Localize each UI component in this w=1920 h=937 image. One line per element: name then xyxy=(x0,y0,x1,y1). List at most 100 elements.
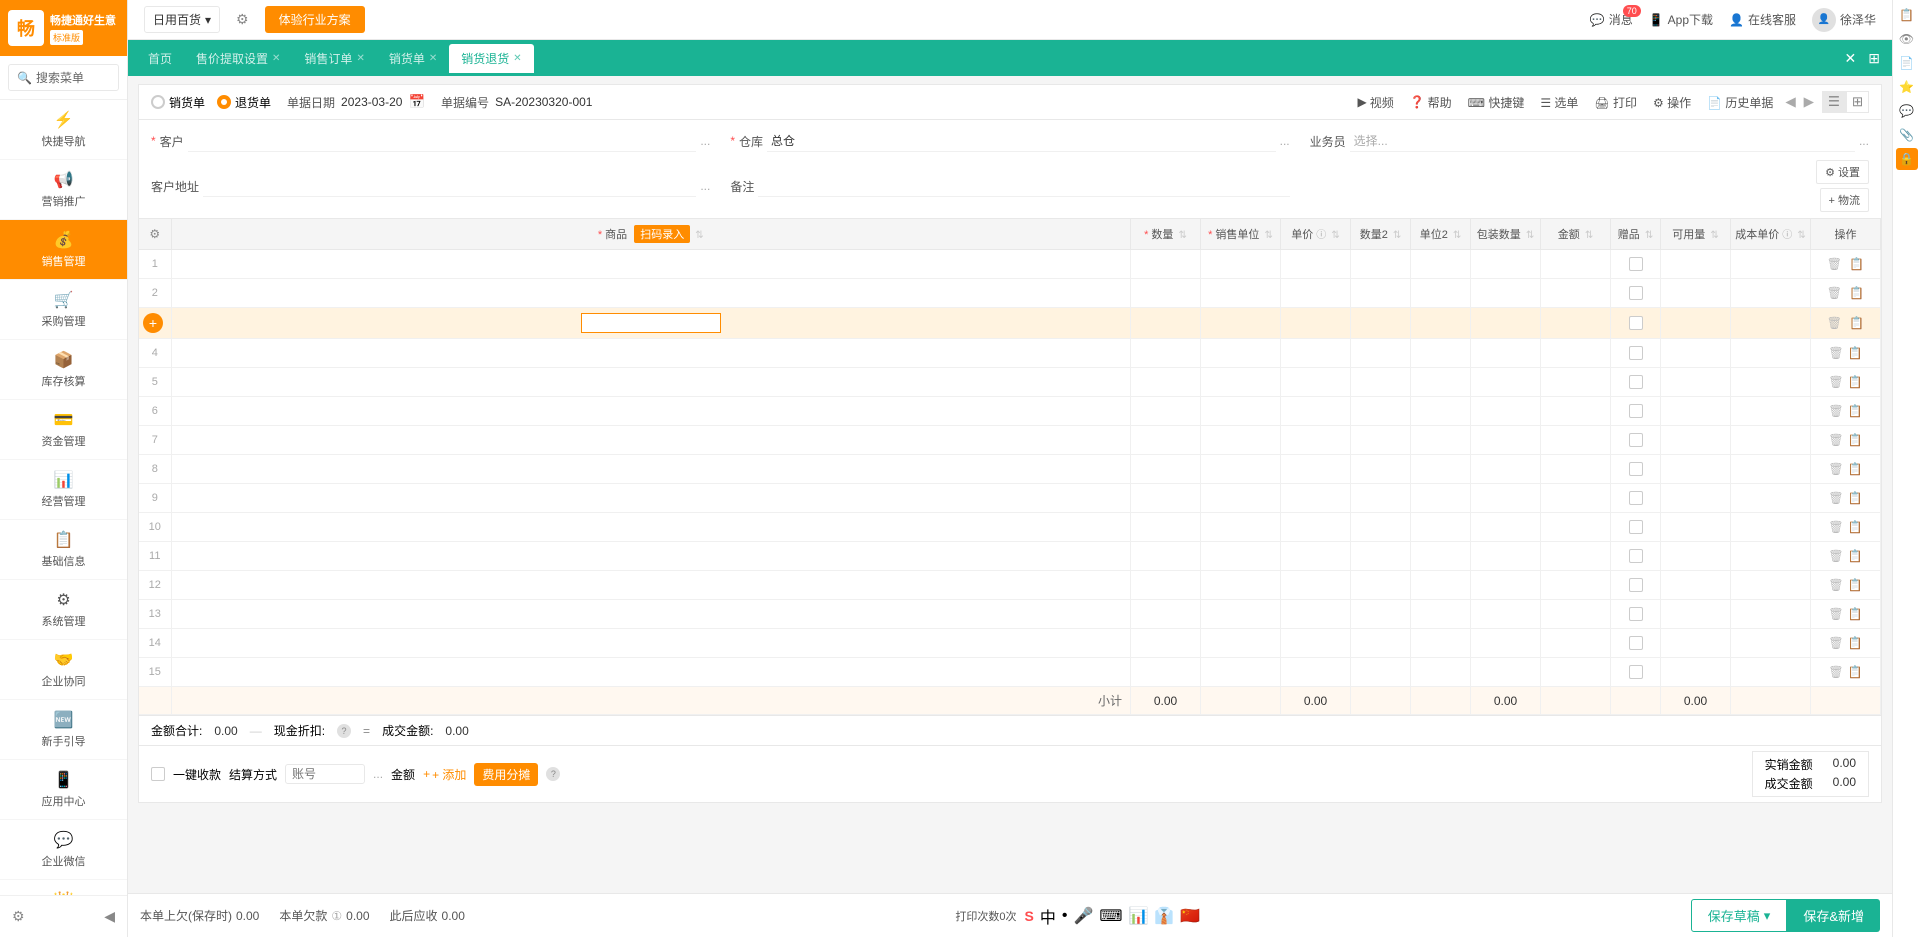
daily-select[interactable]: 日用百货 ▾ xyxy=(144,6,220,33)
sort-icon-qty2[interactable]: ⇅ xyxy=(1393,230,1401,241)
gift-checkbox-15[interactable] xyxy=(1629,665,1643,679)
gift-checkbox-1[interactable] xyxy=(1629,257,1643,271)
copy-row-5-button[interactable]: 📋 xyxy=(1846,373,1865,391)
sort-icon-cost[interactable]: ⇅ xyxy=(1797,230,1805,241)
operate-button[interactable]: ⚙ 操作 xyxy=(1649,92,1695,113)
tool4-icon[interactable]: ⌨ xyxy=(1099,906,1122,926)
sidebar-item-system[interactable]: ⚙ 系统管理 xyxy=(0,580,127,640)
tab-sales-return[interactable]: 销货退货 ✕ xyxy=(449,44,533,73)
sort-icon-product[interactable]: ⇅ xyxy=(695,230,703,241)
sidebar-item-basic-info[interactable]: 📋 基础信息 xyxy=(0,520,127,580)
sidebar-search[interactable]: 🔍 搜索菜单 xyxy=(0,56,127,100)
gift-checkbox-10[interactable] xyxy=(1629,520,1643,534)
help-icon-cash[interactable]: ? xyxy=(337,724,351,738)
s-icon[interactable]: S xyxy=(1025,908,1034,924)
delete-row-1-button[interactable]: 🗑 xyxy=(1825,255,1844,273)
sidebar-item-finance[interactable]: 💳 资金管理 xyxy=(0,400,127,460)
tab-sales-delivery[interactable]: 销货单 ✕ xyxy=(377,44,449,73)
delete-row-13-button[interactable]: 🗑 xyxy=(1826,605,1845,623)
delete-row-8-button[interactable]: 🗑 xyxy=(1826,460,1845,478)
tab-close-sales-delivery[interactable]: ✕ xyxy=(429,53,437,64)
prev-record-button[interactable]: ◀ xyxy=(1785,94,1795,110)
tab-expand-button[interactable]: ⊞ xyxy=(1864,48,1884,69)
tool3-icon[interactable]: 🎤 xyxy=(1073,906,1093,926)
delete-row-11-button[interactable]: 🗑 xyxy=(1826,547,1845,565)
delete-row-7-button[interactable]: 🗑 xyxy=(1826,431,1845,449)
delete-row-2-button[interactable]: 🗑 xyxy=(1825,284,1844,302)
save-new-button[interactable]: 保存&新增 xyxy=(1787,899,1880,932)
tool1-icon[interactable]: 中 xyxy=(1040,904,1056,928)
sort-icon-price[interactable]: ⇅ xyxy=(1331,230,1339,241)
gift-checkbox-3[interactable] xyxy=(1629,316,1643,330)
list-view-button[interactable]: ☰ xyxy=(1822,91,1846,113)
sales-radio[interactable]: 销货单 xyxy=(151,94,205,111)
gift-checkbox-11[interactable] xyxy=(1629,549,1643,563)
copy-row-13-button[interactable]: 📋 xyxy=(1846,605,1865,623)
tab-close-sales-order[interactable]: ✕ xyxy=(356,53,364,64)
tab-close-price-setting[interactable]: ✕ xyxy=(272,53,280,64)
collapse-button[interactable]: ◀ xyxy=(100,904,119,929)
next-record-button[interactable]: ▶ xyxy=(1804,94,1814,110)
gift-checkbox-14[interactable] xyxy=(1629,636,1643,650)
warehouse-select-button[interactable]: ... xyxy=(1280,134,1290,148)
one-key-payment-checkbox[interactable] xyxy=(151,767,165,781)
copy-row-1-button[interactable]: 📋 xyxy=(1847,255,1866,273)
tool5-icon[interactable]: 📊 xyxy=(1129,906,1149,926)
gift-checkbox-12[interactable] xyxy=(1629,578,1643,592)
gift-checkbox-9[interactable] xyxy=(1629,491,1643,505)
logistics-button[interactable]: + 物流 xyxy=(1820,188,1869,212)
tab-home[interactable]: 首页 xyxy=(136,44,184,73)
tool7-icon[interactable]: 🇨🇳 xyxy=(1180,906,1200,926)
gift-checkbox-6[interactable] xyxy=(1629,404,1643,418)
copy-row-12-button[interactable]: 📋 xyxy=(1846,576,1865,594)
tab-close-all-button[interactable]: ✕ xyxy=(1841,48,1861,69)
grid-view-button[interactable]: ⊞ xyxy=(1846,91,1869,113)
copy-row-11-button[interactable]: 📋 xyxy=(1846,547,1865,565)
sidebar-item-enterprise[interactable]: 🤝 企业协同 xyxy=(0,640,127,700)
right-panel-icon-7[interactable]: 🔒 xyxy=(1896,148,1918,170)
sidebar-item-wechat[interactable]: 💬 企业微信 xyxy=(0,820,127,880)
sidebar-item-app-center[interactable]: 📱 应用中心 xyxy=(0,760,127,820)
online-service-button[interactable]: 👤 在线客服 xyxy=(1729,11,1796,28)
copy-row-7-button[interactable]: 📋 xyxy=(1846,431,1865,449)
settings-right-button[interactable]: ⚙ 设置 xyxy=(1816,160,1869,184)
sidebar-item-operation[interactable]: 📊 经营管理 xyxy=(0,460,127,520)
copy-row-14-button[interactable]: 📋 xyxy=(1846,634,1865,652)
salesperson-select-button[interactable]: ... xyxy=(1859,134,1869,148)
delete-row-9-button[interactable]: 🗑 xyxy=(1826,489,1845,507)
sidebar-item-guide[interactable]: 🆕 新手引导 xyxy=(0,700,127,760)
gift-checkbox-8[interactable] xyxy=(1629,462,1643,476)
right-panel-icon-3[interactable]: 📄 xyxy=(1896,52,1918,74)
delete-row-10-button[interactable]: 🗑 xyxy=(1826,518,1845,536)
sort-icon-unit[interactable]: ⇅ xyxy=(1265,230,1273,241)
experience-btn[interactable]: 体验行业方案 xyxy=(265,6,365,33)
fee-split-button[interactable]: 费用分摊 xyxy=(474,763,538,786)
copy-row-15-button[interactable]: 📋 xyxy=(1846,663,1865,681)
add-payment-button[interactable]: + + 添加 xyxy=(423,766,466,783)
message-button[interactable]: 💬 消息 70 xyxy=(1590,11,1633,28)
delete-row-12-button[interactable]: 🗑 xyxy=(1826,576,1845,594)
copy-row-6-button[interactable]: 📋 xyxy=(1846,402,1865,420)
delete-row-4-button[interactable]: 🗑 xyxy=(1826,344,1845,362)
help-icon-fee[interactable]: ? xyxy=(546,767,560,781)
gift-checkbox-4[interactable] xyxy=(1629,346,1643,360)
history-button[interactable]: 📄 历史单据 xyxy=(1703,92,1777,113)
topbar-settings-button[interactable]: ⚙ xyxy=(232,7,253,32)
sidebar-item-quick-nav[interactable]: ⚡ 快捷导航 xyxy=(0,100,127,160)
gift-checkbox-2[interactable] xyxy=(1629,286,1643,300)
copy-row-2-button[interactable]: 📋 xyxy=(1847,284,1866,302)
date-picker-button[interactable]: 📅 xyxy=(408,94,425,110)
right-panel-icon-5[interactable]: 💬 xyxy=(1896,100,1918,122)
delete-row-6-button[interactable]: 🗑 xyxy=(1826,402,1845,420)
sort-icon-available[interactable]: ⇅ xyxy=(1710,230,1718,241)
gift-checkbox-13[interactable] xyxy=(1629,607,1643,621)
app-download-button[interactable]: 📱 App下载 xyxy=(1649,11,1713,28)
address-select-button[interactable]: ... xyxy=(700,179,710,193)
copy-row-9-button[interactable]: 📋 xyxy=(1846,489,1865,507)
right-panel-icon-1[interactable]: 📋 xyxy=(1896,4,1918,26)
help-button[interactable]: ❓ 帮助 xyxy=(1406,92,1456,113)
delete-row-15-button[interactable]: 🗑 xyxy=(1826,663,1845,681)
account-input[interactable] xyxy=(285,764,365,784)
copy-row-8-button[interactable]: 📋 xyxy=(1846,460,1865,478)
sort-icon-amount[interactable]: ⇅ xyxy=(1585,230,1593,241)
